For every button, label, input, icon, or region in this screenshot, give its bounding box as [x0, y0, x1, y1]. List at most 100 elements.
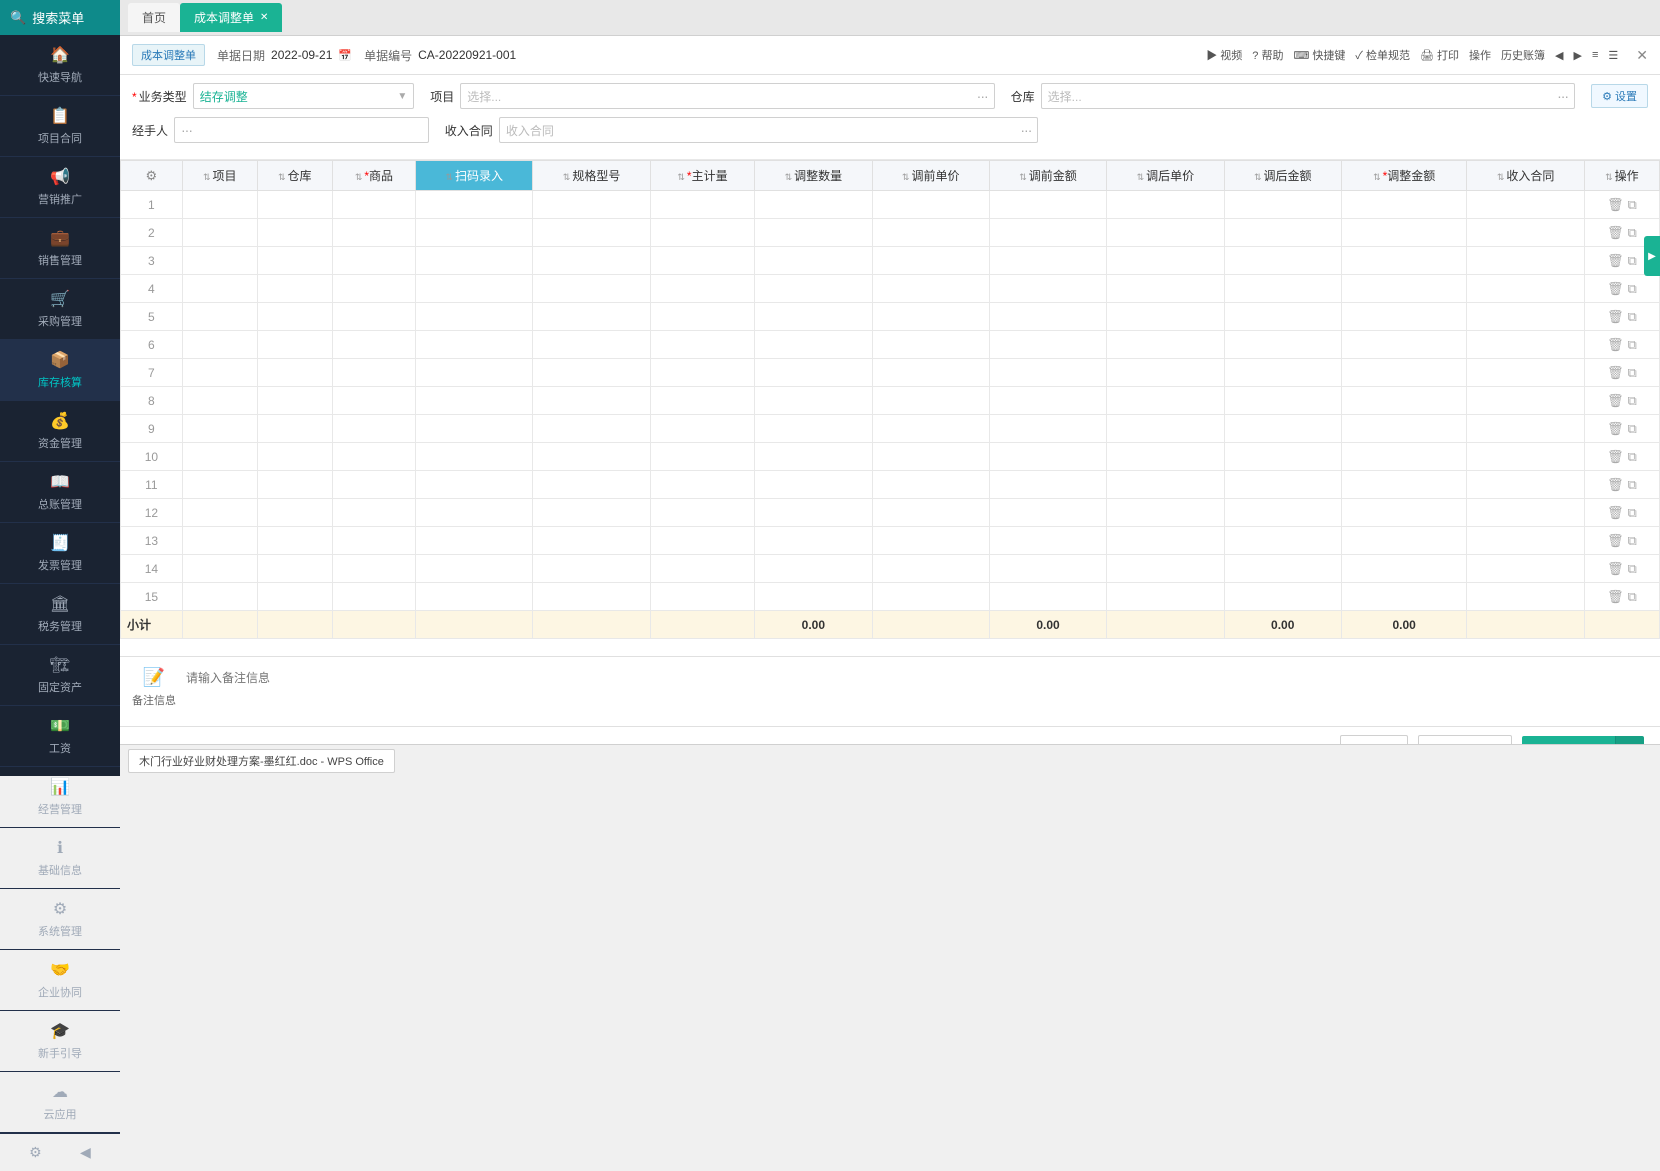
action-help[interactable]: ? 帮助	[1252, 47, 1283, 63]
cell-scan-1	[416, 191, 533, 219]
sidebar-item-cloud-app[interactable]: ☁ 云应用	[0, 1072, 120, 1133]
notes-input[interactable]	[186, 665, 1648, 697]
table-row: 6 🗑 ⧉	[121, 331, 1660, 359]
sidebar-item-inventory[interactable]: 📦 库存核算	[0, 340, 120, 401]
sidebar-item-basic-info[interactable]: ℹ 基础信息	[0, 828, 120, 889]
copy-icon-15[interactable]: ⧉	[1628, 589, 1637, 605]
cell-unit-11	[650, 471, 754, 499]
collapse-icon[interactable]: ◀	[80, 1144, 91, 1161]
sidebar-item-ledger-mgmt[interactable]: 📖 总账管理	[0, 462, 120, 523]
project-input[interactable]: 选择... ···	[460, 83, 994, 109]
action-shortcut[interactable]: ⌨ 快捷键	[1293, 47, 1345, 63]
sidebar-item-tax-mgmt[interactable]: 🏛 税务管理	[0, 584, 120, 645]
delete-icon-9[interactable]: 🗑	[1607, 421, 1624, 437]
delete-icon-11[interactable]: 🗑	[1607, 477, 1624, 493]
action-operation[interactable]: 操作	[1469, 47, 1491, 63]
col-sort-icon: ⇅	[1137, 172, 1145, 182]
sidebar-item-invoice-mgmt[interactable]: 🧾 发票管理	[0, 523, 120, 584]
action-review[interactable]: ✓ 检单规范	[1355, 47, 1410, 63]
action-layout1[interactable]: ≡	[1592, 49, 1598, 61]
sidebar-item-new-guide[interactable]: 🎓 新手引导	[0, 1011, 120, 1072]
settings-icon[interactable]: ⚙	[29, 1144, 42, 1161]
action-video[interactable]: ▶ 视频	[1206, 47, 1242, 63]
delete-icon-14[interactable]: 🗑	[1607, 561, 1624, 577]
col-header-scan[interactable]: ⇅扫码录入	[416, 161, 533, 191]
taskbar-wps-item[interactable]: 木门行业好业财处理方案-墨红红.doc - WPS Office	[128, 749, 395, 773]
copy-icon-14[interactable]: ⧉	[1628, 561, 1637, 577]
delete-icon-5[interactable]: 🗑	[1607, 309, 1624, 325]
col-sort-icon: ⇅	[1254, 172, 1262, 182]
doc-date-icon[interactable]: 📅	[338, 49, 352, 62]
delete-icon-13[interactable]: 🗑	[1607, 533, 1624, 549]
handler-dots: ···	[181, 122, 192, 138]
cell-after_unit_price-14	[1107, 555, 1224, 583]
delete-icon-1[interactable]: 🗑	[1607, 197, 1624, 213]
cell-adjust_amount-5	[1341, 303, 1467, 331]
copy-icon-5[interactable]: ⧉	[1628, 309, 1637, 325]
copy-icon-9[interactable]: ⧉	[1628, 421, 1637, 437]
sidebar-item-ops-mgmt[interactable]: 📊 经营管理	[0, 767, 120, 828]
delete-icon-8[interactable]: 🗑	[1607, 393, 1624, 409]
cell-project-1	[182, 191, 257, 219]
copy-icon-8[interactable]: ⧉	[1628, 393, 1637, 409]
sidebar-item-sys-mgmt[interactable]: ⚙ 系统管理	[0, 889, 120, 950]
tab-cost-adjust[interactable]: 成本调整单 ✕	[180, 3, 282, 32]
sidebar-item-enterprise[interactable]: 🤝 企业协同	[0, 950, 120, 1011]
delete-icon-7[interactable]: 🗑	[1607, 365, 1624, 381]
cell-warehouse-6	[257, 331, 332, 359]
warehouse-input[interactable]: 选择... ···	[1041, 83, 1575, 109]
handler-input[interactable]: ···	[174, 117, 429, 143]
action-layout2[interactable]: ☰	[1608, 49, 1618, 62]
copy-icon-3[interactable]: ⧉	[1628, 253, 1637, 269]
copy-icon-2[interactable]: ⧉	[1628, 225, 1637, 241]
sidebar-item-project-contract[interactable]: 📋 项目合同	[0, 96, 120, 157]
copy-icon-1[interactable]: ⧉	[1628, 197, 1637, 213]
delete-icon-12[interactable]: 🗑	[1607, 505, 1624, 521]
sidebar-item-purchase-mgmt[interactable]: 🛒 采购管理	[0, 279, 120, 340]
sidebar-item-fixed-assets[interactable]: 🏗 固定资产	[0, 645, 120, 706]
cell-prev_unit_price-9	[872, 415, 989, 443]
subtotal-cell-adjust_qty: 0.00	[755, 611, 872, 639]
copy-icon-7[interactable]: ⧉	[1628, 365, 1637, 381]
delete-icon-15[interactable]: 🗑	[1607, 589, 1624, 605]
notes-icon-block[interactable]: 📝 备注信息	[132, 665, 176, 708]
col-gear-button[interactable]: ⚙	[146, 168, 158, 184]
cell-unit-9	[650, 415, 754, 443]
sidebar-item-fund-mgmt[interactable]: 💰 资金管理	[0, 401, 120, 462]
sidebar-search[interactable]: 🔍 搜索菜单	[0, 0, 120, 35]
cell-income_contract-7	[1467, 359, 1584, 387]
right-panel-toggle[interactable]: ▶	[1644, 236, 1660, 276]
copy-icon-4[interactable]: ⧉	[1628, 281, 1637, 297]
sidebar-item-sales-promotion[interactable]: 📢 营销推广	[0, 157, 120, 218]
delete-icon-6[interactable]: 🗑	[1607, 337, 1624, 353]
delete-icon-2[interactable]: 🗑	[1607, 225, 1624, 241]
tab-close-icon[interactable]: ✕	[260, 12, 268, 23]
tab-home[interactable]: 首页	[128, 3, 180, 32]
doc-close-button[interactable]: ✕	[1636, 47, 1648, 64]
cell-spec-2	[533, 219, 650, 247]
sidebar-item-quick-nav[interactable]: 🏠 快速导航	[0, 35, 120, 96]
action-nav-next[interactable]: ▶	[1574, 49, 1582, 62]
copy-icon-6[interactable]: ⧉	[1628, 337, 1637, 353]
copy-icon-10[interactable]: ⧉	[1628, 449, 1637, 465]
business-type-input[interactable]: 结存调整 ▼	[193, 83, 415, 109]
action-history[interactable]: 历史账簿	[1501, 47, 1545, 63]
settings-button[interactable]: ⚙ 设置	[1591, 84, 1648, 108]
sidebar-item-payroll[interactable]: 💵 工资	[0, 706, 120, 767]
copy-icon-11[interactable]: ⧉	[1628, 477, 1637, 493]
cell-after_amount-10	[1224, 443, 1341, 471]
sidebar-item-sales-mgmt[interactable]: 💼 销售管理	[0, 218, 120, 279]
copy-icon-12[interactable]: ⧉	[1628, 505, 1637, 521]
business-type-field: 业务类型 结存调整 ▼	[132, 83, 414, 109]
project-label: 项目	[430, 88, 454, 105]
action-nav-prev[interactable]: ◀	[1555, 49, 1563, 62]
delete-icon-3[interactable]: 🗑	[1607, 253, 1624, 269]
delete-icon-4[interactable]: 🗑	[1607, 281, 1624, 297]
cell-spec-4	[533, 275, 650, 303]
action-print[interactable]: 🖨 打印	[1420, 47, 1459, 63]
income-contract-input[interactable]: 收入合同 ···	[499, 117, 1039, 143]
sidebar-label-basic-info: 基础信息	[38, 862, 82, 878]
col-header-settings[interactable]: ⚙	[121, 161, 183, 191]
delete-icon-10[interactable]: 🗑	[1607, 449, 1624, 465]
copy-icon-13[interactable]: ⧉	[1628, 533, 1637, 549]
